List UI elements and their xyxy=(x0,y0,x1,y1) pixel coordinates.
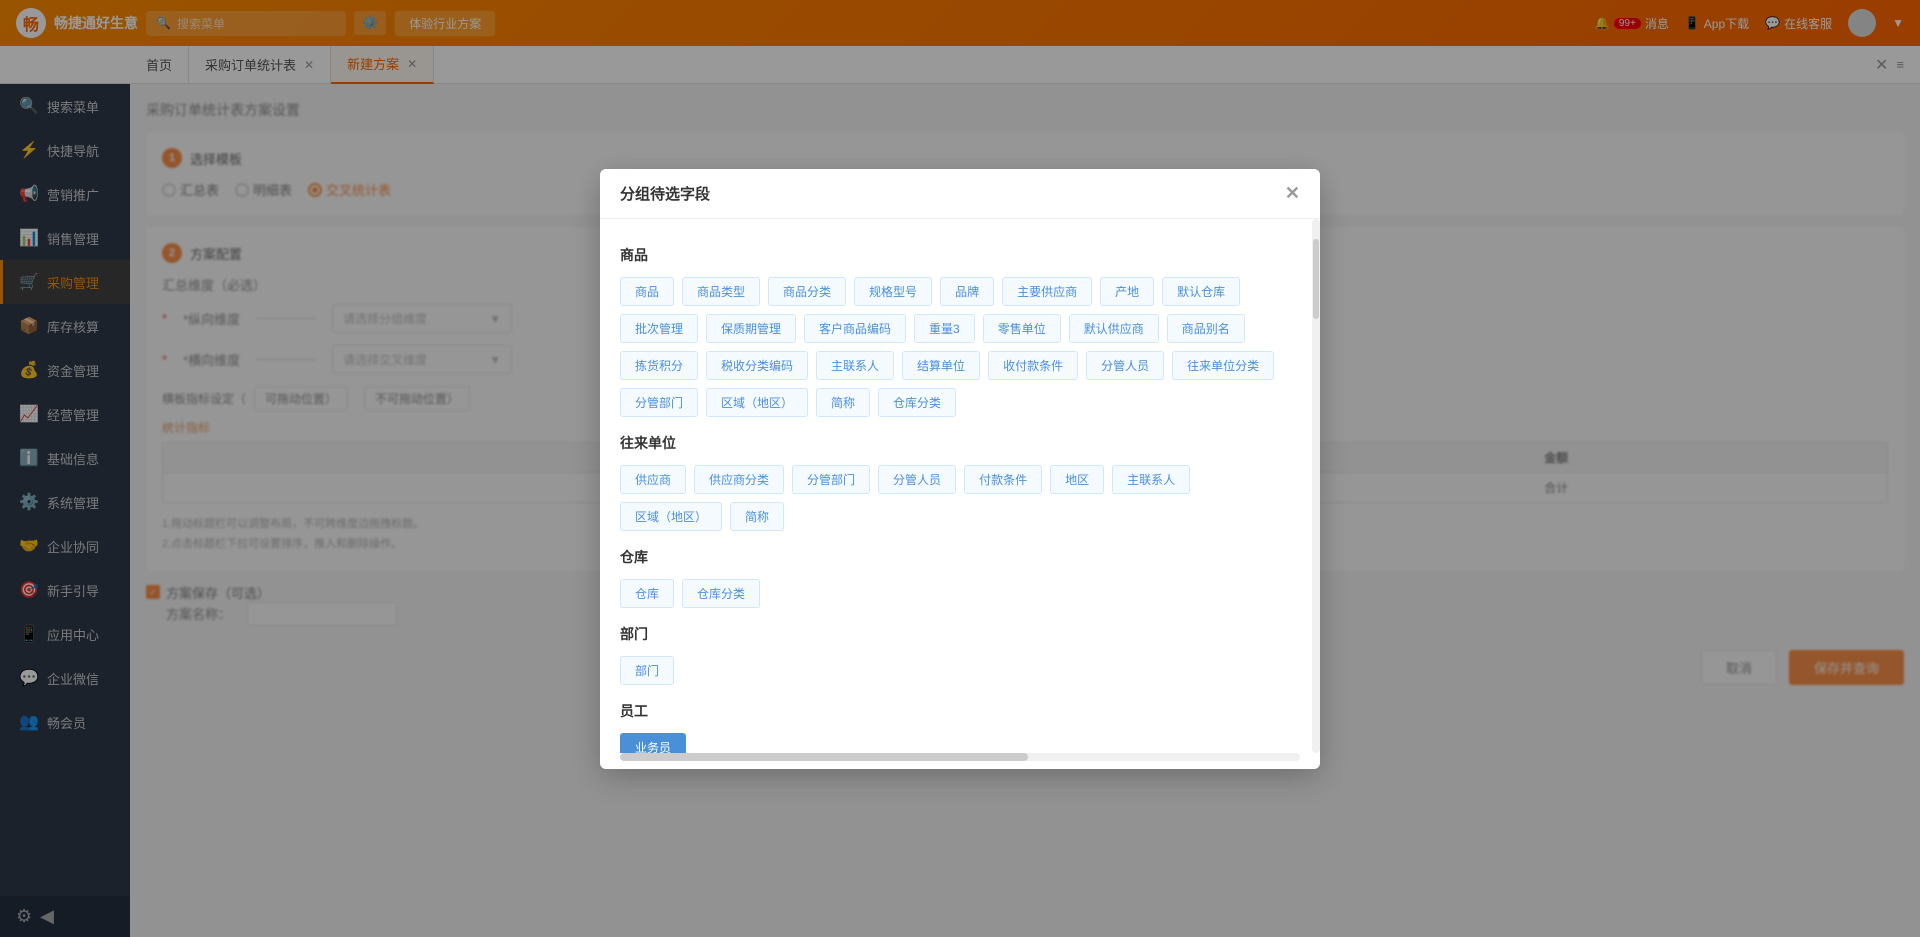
field-tag[interactable]: 分管部门 xyxy=(620,388,698,417)
section-title-warehouse: 仓库 xyxy=(620,547,1300,567)
field-grid-dept: 部门 xyxy=(620,656,1300,685)
field-tag[interactable]: 供应商 xyxy=(620,465,686,494)
modal-close-btn[interactable]: ✕ xyxy=(1285,184,1300,202)
modal-overlay: 分组待选字段 ✕ 商品 商品 商品类型 商品分类 规格型号 品牌 主要供应商 产… xyxy=(0,0,1920,937)
field-grid-goods: 商品 商品类型 商品分类 规格型号 品牌 主要供应商 产地 默认仓库 批次管理 … xyxy=(620,277,1300,417)
field-tag[interactable]: 简称 xyxy=(730,502,784,531)
field-tag[interactable]: 主联系人 xyxy=(1112,465,1190,494)
field-tag[interactable]: 区域（地区） xyxy=(706,388,808,417)
field-tag[interactable]: 结算单位 xyxy=(902,351,980,380)
field-grid-staff: 业务员 xyxy=(620,733,1300,753)
modal-header: 分组待选字段 ✕ xyxy=(600,169,1320,219)
field-tag[interactable]: 主联系人 xyxy=(816,351,894,380)
section-title-dept: 部门 xyxy=(620,624,1300,644)
field-tag[interactable]: 部门 xyxy=(620,656,674,685)
field-tag[interactable]: 零售单位 xyxy=(983,314,1061,343)
field-tag[interactable]: 仓库分类 xyxy=(682,579,760,608)
field-tag[interactable]: 供应商分类 xyxy=(694,465,784,494)
field-tag[interactable]: 规格型号 xyxy=(854,277,932,306)
field-tag[interactable]: 往来单位分类 xyxy=(1172,351,1274,380)
field-tag-staff-selected[interactable]: 业务员 xyxy=(620,733,686,753)
field-tag[interactable]: 简称 xyxy=(816,388,870,417)
field-tag[interactable]: 商品分类 xyxy=(768,277,846,306)
field-tag[interactable]: 收付款条件 xyxy=(988,351,1078,380)
field-tag[interactable]: 付款条件 xyxy=(964,465,1042,494)
field-tag[interactable]: 仓库 xyxy=(620,579,674,608)
field-tag[interactable]: 分管人员 xyxy=(1086,351,1164,380)
field-grid-counterpart: 供应商 供应商分类 分管部门 分管人员 付款条件 地区 主联系人 区域（地区） … xyxy=(620,465,1300,531)
field-tag[interactable]: 拣货积分 xyxy=(620,351,698,380)
field-tag[interactable]: 商品类型 xyxy=(682,277,760,306)
field-tag[interactable]: 分管人员 xyxy=(878,465,956,494)
field-tag[interactable]: 商品 xyxy=(620,277,674,306)
section-title-goods: 商品 xyxy=(620,245,1300,265)
field-tag[interactable]: 主要供应商 xyxy=(1002,277,1092,306)
field-tag[interactable]: 区域（地区） xyxy=(620,502,722,531)
modal-hscrollbar[interactable] xyxy=(620,753,1300,761)
field-tag[interactable]: 仓库分类 xyxy=(878,388,956,417)
field-tag[interactable]: 品牌 xyxy=(940,277,994,306)
field-tag[interactable]: 客户商品编码 xyxy=(804,314,906,343)
field-tag[interactable]: 批次管理 xyxy=(620,314,698,343)
field-tag[interactable]: 默认供应商 xyxy=(1069,314,1159,343)
modal-scroll-thumb xyxy=(1313,239,1319,319)
field-tag[interactable]: 保质期管理 xyxy=(706,314,796,343)
field-tag[interactable]: 重量3 xyxy=(914,314,975,343)
field-tag[interactable]: 地区 xyxy=(1050,465,1104,494)
field-tag[interactable]: 分管部门 xyxy=(792,465,870,494)
section-title-staff: 员工 xyxy=(620,701,1300,721)
modal-title: 分组待选字段 xyxy=(620,183,710,204)
field-tag[interactable]: 商品别名 xyxy=(1167,314,1245,343)
section-title-counterpart: 往来单位 xyxy=(620,433,1300,453)
field-grid-warehouse: 仓库 仓库分类 xyxy=(620,579,1300,608)
modal-hscroll-thumb xyxy=(620,753,1028,761)
field-tag[interactable]: 默认仓库 xyxy=(1162,277,1240,306)
modal-dialog: 分组待选字段 ✕ 商品 商品 商品类型 商品分类 规格型号 品牌 主要供应商 产… xyxy=(600,169,1320,769)
modal-scrollbar[interactable] xyxy=(1312,219,1320,753)
modal-body: 商品 商品 商品类型 商品分类 规格型号 品牌 主要供应商 产地 默认仓库 批次… xyxy=(600,219,1320,753)
field-tag[interactable]: 税收分类编码 xyxy=(706,351,808,380)
field-tag[interactable]: 产地 xyxy=(1100,277,1154,306)
